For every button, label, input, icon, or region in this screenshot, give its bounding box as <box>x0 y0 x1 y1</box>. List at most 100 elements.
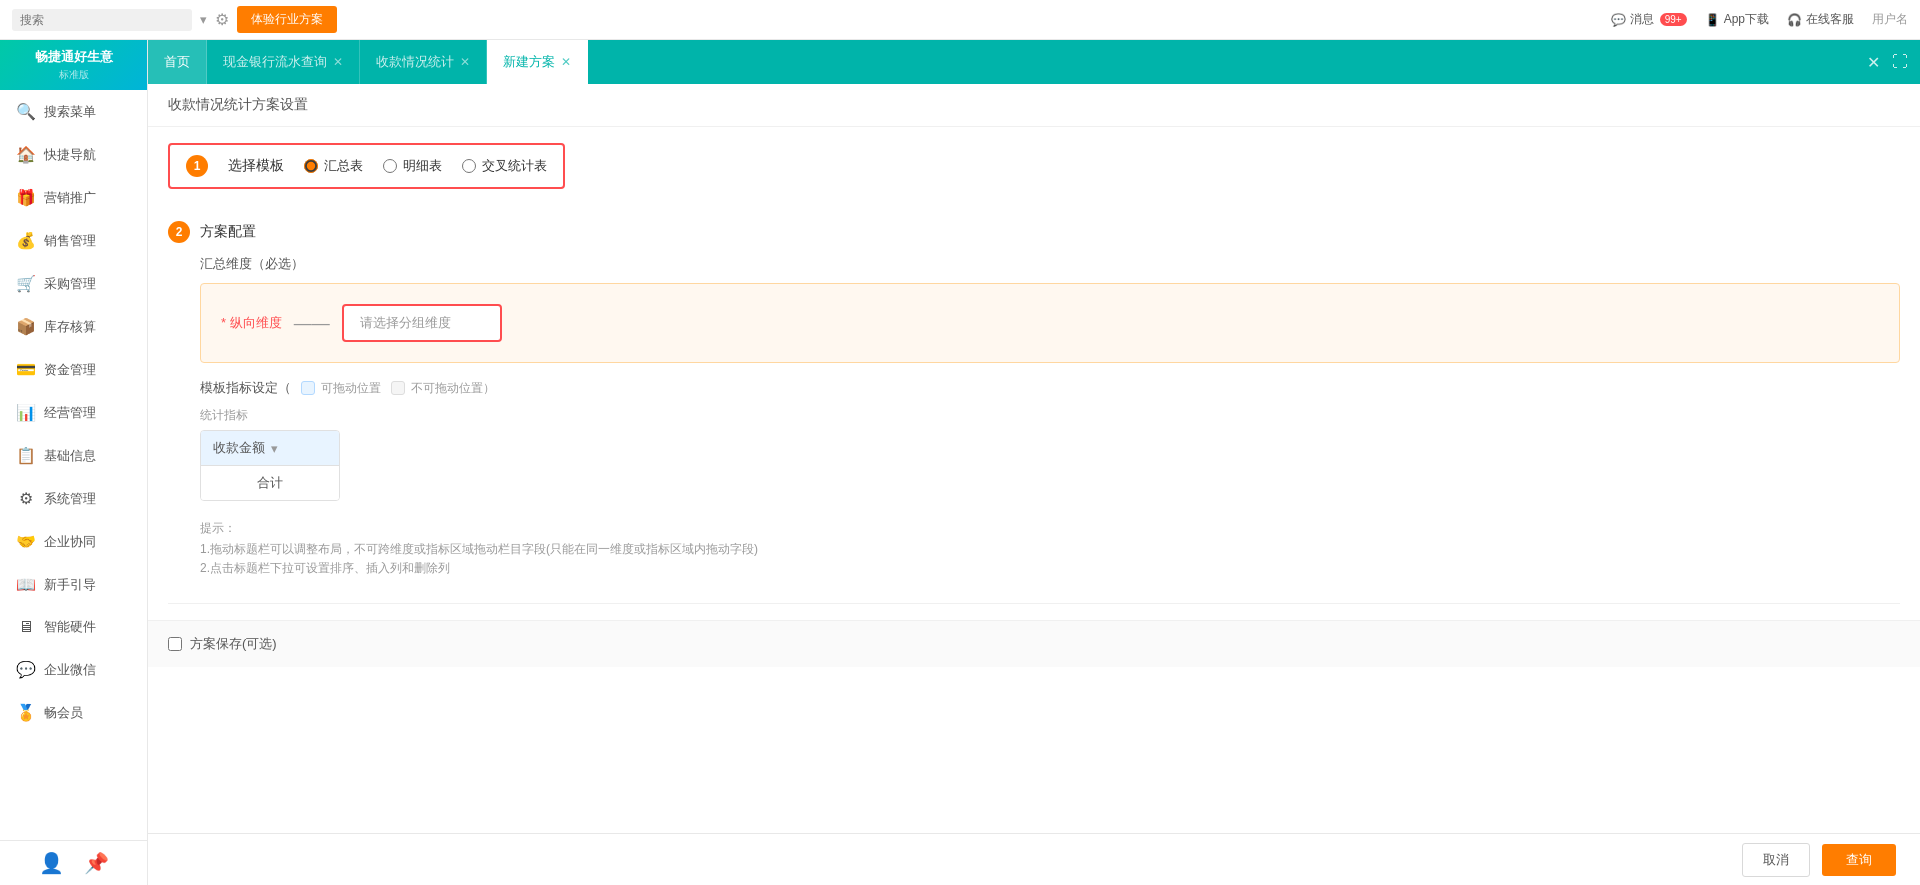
sidebar-bottom-icon1[interactable]: 👤 <box>39 851 64 875</box>
tab-new-plan-label: 新建方案 <box>503 53 555 71</box>
search-input[interactable] <box>12 9 192 31</box>
step2-label: 方案配置 <box>200 223 256 241</box>
step2-section: 2 方案配置 汇总维度（必选） * 纵向维度 —— 请选择分组维度 <box>148 221 1920 603</box>
search-menu-icon: 🔍 <box>16 102 36 121</box>
sidebar-label: 基础信息 <box>44 447 96 465</box>
sidebar-item-basic-info[interactable]: 📋 基础信息 <box>0 434 147 477</box>
tab-home[interactable]: 首页 <box>148 40 207 84</box>
indicator-settings: 模板指标设定（ 可拖动位置 不可拖动位置） <box>200 379 1900 504</box>
sidebar-item-purchase[interactable]: 🛒 采购管理 <box>0 262 147 305</box>
logo-sub: 标准版 <box>59 68 89 82</box>
message-btn[interactable]: 💬 消息 99+ <box>1611 11 1687 28</box>
stats-header-cell[interactable]: 收款金额 ▾ <box>201 431 339 465</box>
dimension-select[interactable]: 请选择分组维度 <box>342 304 502 342</box>
tab-cashflow[interactable]: 现金银行流水查询 ✕ <box>207 40 360 84</box>
sidebar-label: 新手引导 <box>44 576 96 594</box>
sidebar-item-operations[interactable]: 📊 经营管理 <box>0 391 147 434</box>
radio-detail-input[interactable] <box>383 159 397 173</box>
tips-item-2: 2.点击标题栏下拉可设置排序、插入列和删除列 <box>200 560 1868 577</box>
handshake-icon: 🤝 <box>16 532 36 551</box>
sidebar-label: 采购管理 <box>44 275 96 293</box>
step1-section: 1 选择模板 汇总表 明细表 <box>148 127 1920 221</box>
step1-circle: 1 <box>186 155 208 177</box>
radio-summary[interactable]: 汇总表 <box>304 157 363 175</box>
radio-detail-label: 明细表 <box>403 157 442 175</box>
logo-text: 畅捷通好生意 <box>35 48 113 66</box>
sidebar-item-hardware[interactable]: 🖥 智能硬件 <box>0 606 147 648</box>
step2-header: 2 方案配置 <box>168 221 1900 243</box>
page-header: 收款情况统计方案设置 <box>148 84 1920 127</box>
sidebar-label: 快捷导航 <box>44 146 96 164</box>
radio-cross[interactable]: 交叉统计表 <box>462 157 547 175</box>
medal-icon: 🏅 <box>16 703 36 722</box>
sidebar-label: 经营管理 <box>44 404 96 422</box>
service-icon: 🎧 <box>1787 13 1802 27</box>
save-label: 方案保存(可选) <box>190 635 277 653</box>
sidebar-item-finance[interactable]: 💳 资金管理 <box>0 348 147 391</box>
query-button[interactable]: 查询 <box>1822 844 1896 876</box>
book-icon: 📖 <box>16 575 36 594</box>
stats-table: 收款金额 ▾ 合计 <box>200 430 340 501</box>
gift-icon: 🎁 <box>16 188 36 207</box>
legend-fixed-box <box>391 381 405 395</box>
box-icon: 📦 <box>16 317 36 336</box>
tab-new-plan[interactable]: 新建方案 ✕ <box>487 40 588 84</box>
sidebar-item-sales[interactable]: 💰 销售管理 <box>0 219 147 262</box>
cancel-button[interactable]: 取消 <box>1742 843 1810 877</box>
page-content: 收款情况统计方案设置 1 选择模板 汇总表 <box>148 84 1920 833</box>
tab-close-window-icon[interactable]: ✕ <box>1867 53 1880 72</box>
tab-cashflow-close[interactable]: ✕ <box>333 55 343 69</box>
save-option: 方案保存(可选) <box>148 620 1920 667</box>
radio-summary-input[interactable] <box>304 159 318 173</box>
tab-bar: 首页 现金银行流水查询 ✕ 收款情况统计 ✕ 新建方案 ✕ ✕ ⛶ <box>148 40 1920 84</box>
sidebar-item-member[interactable]: 🏅 畅会员 <box>0 691 147 734</box>
download-btn[interactable]: 📱 App下载 <box>1705 11 1769 28</box>
sidebar-item-system[interactable]: ⚙ 系统管理 <box>0 477 147 520</box>
tab-new-plan-close[interactable]: ✕ <box>561 55 571 69</box>
tab-bar-actions: ✕ ⛶ <box>1867 53 1920 72</box>
sidebar-label: 畅会员 <box>44 704 83 722</box>
dropdown-arrow-icon[interactable]: ▾ <box>200 12 207 27</box>
tips-title: 提示： <box>200 520 1868 537</box>
sidebar-label: 智能硬件 <box>44 618 96 636</box>
save-checkbox[interactable] <box>168 637 182 651</box>
legend-draggable: 可拖动位置 <box>301 380 381 397</box>
sidebar-item-search-menu[interactable]: 🔍 搜索菜单 <box>0 90 147 133</box>
bottom-bar: 取消 查询 <box>148 833 1920 885</box>
radio-detail[interactable]: 明细表 <box>383 157 442 175</box>
indicator-title-prefix: 模板指标设定（ <box>200 379 291 397</box>
main-layout: 畅捷通好生意 标准版 🔍 搜索菜单 🏠 快捷导航 🎁 营销推广 💰 销售管理 🛒… <box>0 40 1920 885</box>
sidebar-label: 库存核算 <box>44 318 96 336</box>
radio-cross-label: 交叉统计表 <box>482 157 547 175</box>
tab-receipts-close[interactable]: ✕ <box>460 55 470 69</box>
tab-maximize-icon[interactable]: ⛶ <box>1892 53 1908 71</box>
chat-icon: 💬 <box>16 660 36 679</box>
sidebar-item-marketing[interactable]: 🎁 营销推广 <box>0 176 147 219</box>
radio-cross-input[interactable] <box>462 159 476 173</box>
sidebar-item-guide[interactable]: 📖 新手引导 <box>0 563 147 606</box>
service-btn[interactable]: 🎧 在线客服 <box>1787 11 1854 28</box>
chevron-down-icon[interactable]: ▾ <box>271 441 278 456</box>
sidebar-item-wechat[interactable]: 💬 企业微信 <box>0 648 147 691</box>
dimension-row-label: * 纵向维度 <box>221 314 282 332</box>
gear-icon: ⚙ <box>16 489 36 508</box>
chart-icon: 📊 <box>16 403 36 422</box>
sidebar-bottom-icon2[interactable]: 📌 <box>84 851 109 875</box>
tab-home-label: 首页 <box>164 53 190 71</box>
stats-body-cell: 合计 <box>201 466 339 500</box>
tab-receipts[interactable]: 收款情况统计 ✕ <box>360 40 487 84</box>
sidebar-label: 搜索菜单 <box>44 103 96 121</box>
sidebar-item-inventory[interactable]: 📦 库存核算 <box>0 305 147 348</box>
stats-header: 收款金额 ▾ <box>201 431 339 466</box>
step2-circle: 2 <box>168 221 190 243</box>
top-bar: ▾ ⚙ 体验行业方案 💬 消息 99+ 📱 App下载 🎧 在线客服 用户名 <box>0 0 1920 40</box>
sidebar-item-cooperation[interactable]: 🤝 企业协同 <box>0 520 147 563</box>
sidebar-logo: 畅捷通好生意 标准版 <box>0 40 147 90</box>
settings-icon[interactable]: ⚙ <box>215 10 229 29</box>
dimension-row: * 纵向维度 —— 请选择分组维度 <box>221 304 1879 342</box>
sidebar-item-quick-nav[interactable]: 🏠 快捷导航 <box>0 133 147 176</box>
trial-btn[interactable]: 体验行业方案 <box>237 6 337 33</box>
sidebar-label: 资金管理 <box>44 361 96 379</box>
download-icon: 📱 <box>1705 13 1720 27</box>
indicator-label-row: 模板指标设定（ 可拖动位置 不可拖动位置） <box>200 379 1900 397</box>
